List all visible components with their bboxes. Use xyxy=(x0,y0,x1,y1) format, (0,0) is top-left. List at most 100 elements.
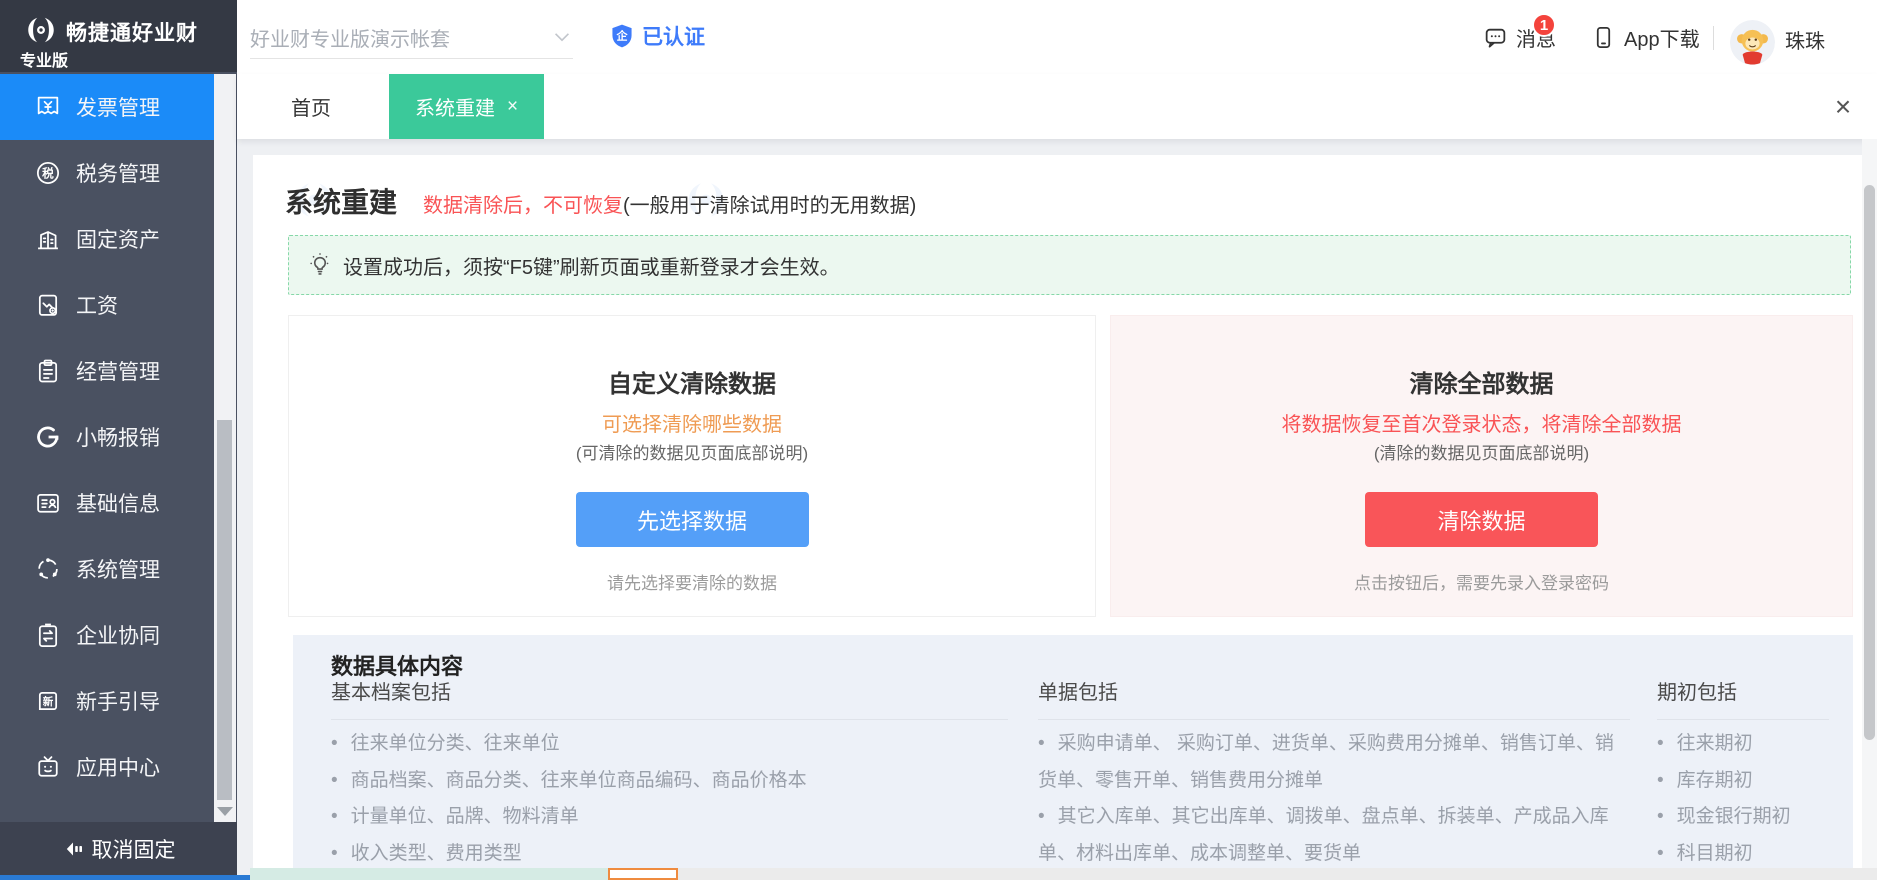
verified-label: 已认证 xyxy=(642,26,705,49)
app-center-icon xyxy=(34,753,62,781)
sidebar-item-label: 小畅报销 xyxy=(76,427,160,450)
clear-options-row: 自定义清除数据 可选择清除哪些数据 (可清除的数据见页面底部说明) 先选择数据 请先选择… xyxy=(288,315,1853,617)
close-tab-icon[interactable]: × xyxy=(507,97,518,116)
divider xyxy=(1657,719,1829,720)
sidebar-item-invoice[interactable]: 发票管理 xyxy=(0,74,214,140)
svg-text:税: 税 xyxy=(42,167,54,181)
custom-clear-card: 自定义清除数据 可选择清除哪些数据 (可清除的数据见页面底部说明) 先选择数据 请先选择… xyxy=(288,315,1096,617)
sidebar-item-base-info[interactable]: 基础信息 xyxy=(0,470,214,536)
page-title: 系统重建 xyxy=(285,187,398,218)
page-scrollbar-thumb[interactable] xyxy=(1864,185,1875,740)
app-logo: 畅捷通好业财 专业版 xyxy=(0,0,237,72)
guide-icon: 新 xyxy=(34,687,62,715)
edition-label: 专业版 xyxy=(20,53,69,70)
clear-data-button[interactable]: 清除数据 xyxy=(1365,492,1598,547)
card-hint: 点击按钮后，需要先录入登录密码 xyxy=(1354,574,1609,593)
card-title: 自定义清除数据 xyxy=(608,371,776,398)
lightbulb-icon xyxy=(307,252,333,278)
column-header: 基本档案包括 xyxy=(331,682,451,704)
sidebar-item-business[interactable]: 经营管理 xyxy=(0,338,214,404)
tab-label: 系统重建 xyxy=(415,98,495,120)
salary-icon xyxy=(34,291,62,319)
close-page-icon[interactable]: × xyxy=(1825,89,1861,125)
sidebar-item-label: 企业协同 xyxy=(76,625,160,648)
divider xyxy=(1038,719,1630,720)
list-item: • 其它入库单、其它出库单、调拨单、盘点单、拆装单、产成品入库单、材料出库单、成本… xyxy=(1038,806,1609,864)
brand-name: 畅捷通好业财 xyxy=(66,22,198,45)
tab-home[interactable]: 首页 xyxy=(257,74,365,139)
messages-button[interactable]: 消息 xyxy=(1483,0,1556,74)
banner-text: 设置成功后，须按“F5键”刷新页面或重新登录才会生效。 xyxy=(343,256,840,279)
clear-all-card: 清除全部数据将数据恢复至首次登录状态，将清除全部数据 (清除的数据见页面底部说明)… xyxy=(1110,315,1853,617)
bullet-icon: • xyxy=(1657,842,1664,864)
card-note: (清除的数据见页面底部说明) xyxy=(1373,444,1590,463)
message-icon xyxy=(1483,25,1508,50)
unpin-sidebar-button[interactable]: 取消固定 xyxy=(0,822,237,875)
bullet-icon: • xyxy=(331,842,338,864)
topbar: 好业财专业版演示帐套 企 已认证 消息 1 App下载 珠珠 xyxy=(237,0,1877,75)
taskbar-edge xyxy=(0,875,250,880)
avatar[interactable] xyxy=(1730,20,1775,65)
tabbar: 首页 系统重建 × × xyxy=(237,74,1877,139)
list-item: • 库存期初 xyxy=(1657,769,1753,791)
asset-icon xyxy=(34,225,62,253)
sidebar-item-label: 发票管理 xyxy=(76,97,160,120)
card-subtitle: 将数据恢复至首次登录状态，将清除全部数据 xyxy=(1281,414,1682,436)
list-item: • 商品档案、商品分类、往来单位商品编码、商品价格本 xyxy=(331,769,807,791)
page-scrollbar[interactable] xyxy=(1862,139,1877,880)
info-banner: 设置成功后，须按“F5键”刷新页面或重新登录才会生效。 xyxy=(288,235,1851,295)
system-icon xyxy=(34,555,62,583)
list-item: • 往来期初 xyxy=(1657,733,1753,754)
tax-icon: 税 xyxy=(34,159,62,187)
chevron-down-icon xyxy=(551,26,573,48)
sidebar-scrollbar[interactable] xyxy=(214,74,236,822)
horizontal-scrollbar-thumb xyxy=(608,868,678,880)
scroll-down-arrow-icon[interactable] xyxy=(217,807,233,816)
app-download-label: App下载 xyxy=(1624,28,1700,51)
sidebar-item-label: 基础信息 xyxy=(76,493,160,516)
brand-logo-icon xyxy=(24,13,58,47)
sidebar-item-salary[interactable]: 工资 xyxy=(0,272,214,338)
system-rebuild-page: 系统重建 数据清除后，不可恢复 (一般用于清除试用时的无用数据) 设置成功后，须… xyxy=(253,155,1862,880)
account-book-select[interactable]: 好业财专业版演示帐套 xyxy=(250,16,573,59)
sidebar-item-label: 新手引导 xyxy=(76,691,160,714)
bullet-icon: • xyxy=(1038,806,1045,827)
bullet-icon: • xyxy=(1657,733,1664,754)
card-subtitle: 可选择清除哪些数据 xyxy=(602,414,782,436)
base-info-icon xyxy=(34,489,62,517)
list-item: • 收入类型、费用类型 xyxy=(331,842,522,864)
app-download-button[interactable]: App下载 xyxy=(1591,0,1700,74)
collapse-pin-icon xyxy=(62,837,86,861)
expense-icon xyxy=(34,423,62,451)
sidebar-item-guide[interactable]: 新 新手引导 xyxy=(0,668,214,734)
sidebar-item-label: 税务管理 xyxy=(76,163,160,186)
username[interactable]: 珠珠 xyxy=(1785,25,1825,54)
bullet-icon: • xyxy=(1657,806,1664,827)
sidebar-item-tax[interactable]: 税 税务管理 xyxy=(0,140,214,206)
sidebar-item-expense[interactable]: 小畅报销 xyxy=(0,404,214,470)
account-book-value: 好业财专业版演示帐套 xyxy=(250,28,450,51)
shield-icon: 企 xyxy=(608,22,636,50)
bullet-icon: • xyxy=(1657,769,1664,791)
sidebar-item-asset[interactable]: 固定资产 xyxy=(0,206,214,272)
bullet-icon: • xyxy=(1038,733,1045,754)
sidebar-item-collaboration[interactable]: 企业协同 xyxy=(0,602,214,668)
bullet-icon: • xyxy=(331,733,338,754)
details-title: 数据具体内容 xyxy=(331,654,464,679)
sidebar-item-system[interactable]: 系统管理 xyxy=(0,536,214,602)
select-data-button[interactable]: 先选择数据 xyxy=(575,492,809,547)
details-column-1: 单据包括 • 采购申请单、 采购订单、进货单、采购费用分摊单、销售订单、销货单、零售… xyxy=(1038,679,1630,872)
card-title: 清除全部数据 xyxy=(1409,371,1554,398)
tab-system-rebuild[interactable]: 系统重建 × xyxy=(389,74,545,139)
bullet-icon: • xyxy=(331,769,338,791)
business-icon xyxy=(34,357,62,385)
column-list: • 往来期初 • 库存期初 • 现金银行期初 • 科目期初 xyxy=(1657,726,1829,872)
sidebar-scrollbar-thumb[interactable] xyxy=(217,420,232,800)
bullet-icon: • xyxy=(331,806,338,827)
svg-text:新: 新 xyxy=(43,695,54,708)
sidebar-item-app-center[interactable]: 应用中心 xyxy=(0,734,214,800)
open-tabs: 首页 系统重建 × xyxy=(257,74,545,139)
divider xyxy=(1713,26,1714,50)
data-details-section: 数据具体内容 基本档案包括 • 往来单位分类、往来单位 • 商品档案、商品分类、往来单位… xyxy=(293,635,1853,868)
verified-badge: 企 已认证 xyxy=(608,21,705,51)
